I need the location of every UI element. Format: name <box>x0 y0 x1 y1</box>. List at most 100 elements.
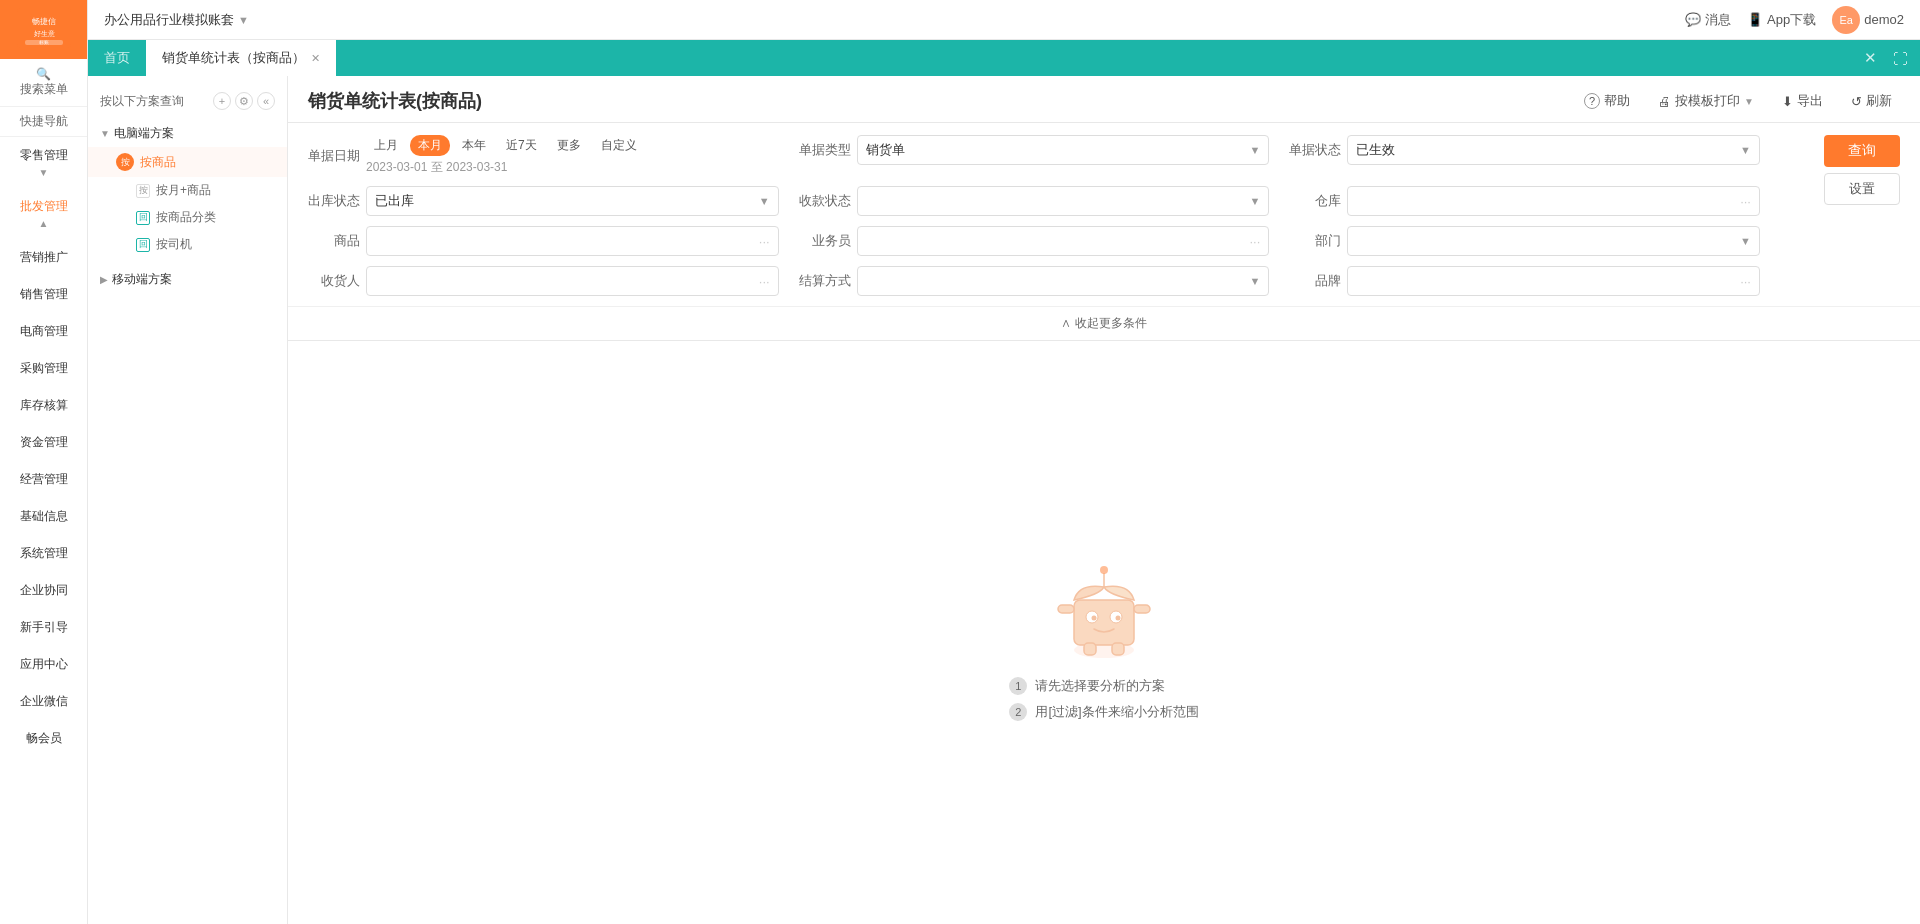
print-icon: 🖨 <box>1658 94 1671 109</box>
tip-1-text: 请先选择要分析的方案 <box>1035 677 1165 695</box>
refresh-btn[interactable]: ↺ 刷新 <box>1843 88 1900 114</box>
date-tab-7days[interactable]: 近7天 <box>498 135 545 156</box>
tree-item-by-month[interactable]: 按 按月+商品 <box>88 177 287 204</box>
product-input[interactable]: ··· <box>366 226 779 256</box>
tree-item-by-category[interactable]: 回 按商品分类 <box>88 204 287 231</box>
date-tab-this-month[interactable]: 本月 <box>410 135 450 156</box>
doc-type-select[interactable]: 销货单 ▼ <box>857 135 1270 165</box>
warehouse-more-icon[interactable]: ··· <box>1740 194 1751 209</box>
page-content: 按以下方案查询 + ⚙ « ▼ 电脑端方案 <box>88 76 1920 924</box>
date-range-text: 2023-03-01 至 2023-03-31 <box>366 159 779 176</box>
out-status-select[interactable]: 已出库 ▼ <box>366 186 779 216</box>
sidebar-item-system[interactable]: 系统管理 <box>0 535 87 572</box>
product-more-icon[interactable]: ··· <box>759 234 770 249</box>
doc-status-arrow: ▼ <box>1740 144 1751 156</box>
user-menu[interactable]: Ea demo2 <box>1832 6 1904 34</box>
app-download-btn[interactable]: 📱 App下载 <box>1747 11 1816 29</box>
tree-group-mobile: ▶ 移动端方案 <box>88 262 287 297</box>
filter-wrapper: 单据日期 上月 本月 本年 近7天 更多 自定义 20 <box>288 123 1920 341</box>
doc-status-cell: 单据状态 已生效 ▼ <box>1289 135 1760 165</box>
page-title-actions: ? 帮助 🖨 按模板打印 ▼ ⬇ 导出 ↺ 刷新 <box>1576 88 1900 114</box>
panel-title: 按以下方案查询 <box>100 93 184 110</box>
by-product-icon: 按 <box>116 153 134 171</box>
tab-close-icon[interactable]: ✕ <box>311 52 320 65</box>
out-status-arrow: ▼ <box>759 195 770 207</box>
help-btn[interactable]: ? 帮助 <box>1576 88 1638 114</box>
sidebar-item-member[interactable]: 畅会员 <box>0 720 87 757</box>
date-tab-custom[interactable]: 自定义 <box>593 135 645 156</box>
dept-select[interactable]: ▼ <box>1347 226 1760 256</box>
sidebar: 畅捷信 好生意 标账 🔍 搜索菜单 快捷导航 零售管理 ▼ 批发管理 ▲ 营销推… <box>0 0 88 924</box>
sidebar-item-app-center[interactable]: 应用中心 <box>0 646 87 683</box>
payment-select[interactable]: ▼ <box>857 186 1270 216</box>
sidebar-item-enterprise[interactable]: 企业协同 <box>0 572 87 609</box>
app-selector[interactable]: 办公用品行业模拟账套 ▼ <box>104 11 249 29</box>
tab-home[interactable]: 首页 <box>88 40 146 76</box>
settle-select[interactable]: ▼ <box>857 266 1270 296</box>
page-title: 销货单统计表(按商品) <box>308 89 482 113</box>
tab-sales-report[interactable]: 销货单统计表（按商品） ✕ <box>146 40 336 76</box>
add-scheme-btn[interactable]: + <box>213 92 231 110</box>
export-btn[interactable]: ⬇ 导出 <box>1774 88 1831 114</box>
message-icon: 💬 <box>1685 12 1701 27</box>
recipient-label: 收货人 <box>308 272 360 290</box>
collapse-icon: « <box>263 95 269 107</box>
mobile-group-arrow: ▶ <box>100 274 108 285</box>
svg-rect-6 <box>1074 600 1134 645</box>
date-tab-more[interactable]: 更多 <box>549 135 589 156</box>
svg-point-16 <box>1100 566 1108 574</box>
empty-tip-2: 2 用[过滤]条件来缩小分析范围 <box>1009 703 1198 721</box>
header-right: 💬 消息 📱 App下载 Ea demo2 <box>1685 6 1904 34</box>
tree-group-pc-header[interactable]: ▼ 电脑端方案 <box>88 120 287 147</box>
date-tab-last-month[interactable]: 上月 <box>366 135 406 156</box>
wholesale-arrow: ▲ <box>39 218 49 229</box>
settings-button[interactable]: 设置 <box>1824 173 1900 205</box>
retail-arrow: ▼ <box>39 167 49 178</box>
empty-illustration <box>1044 545 1164 665</box>
sidebar-item-marketing[interactable]: 营销推广 <box>0 239 87 276</box>
tree-group-mobile-header[interactable]: ▶ 移动端方案 <box>88 266 287 293</box>
sidebar-item-guide[interactable]: 新手引导 <box>0 609 87 646</box>
sidebar-item-finance[interactable]: 资金管理 <box>0 424 87 461</box>
svg-text:标账: 标账 <box>38 39 49 45</box>
sidebar-item-sales[interactable]: 销售管理 <box>0 276 87 313</box>
date-tab-this-year[interactable]: 本年 <box>454 135 494 156</box>
tab-close-all-icon[interactable]: ✕ <box>1860 45 1881 71</box>
sidebar-item-ecommerce[interactable]: 电商管理 <box>0 313 87 350</box>
warehouse-input[interactable]: ··· <box>1347 186 1760 216</box>
settings-scheme-btn[interactable]: ⚙ <box>235 92 253 110</box>
sidebar-quick-nav[interactable]: 快捷导航 <box>0 107 87 137</box>
sidebar-search[interactable]: 🔍 搜索菜单 <box>0 59 87 107</box>
sidebar-item-basic[interactable]: 基础信息 <box>0 498 87 535</box>
tree-group-pc: ▼ 电脑端方案 按 按商品 按 按月+商品 回 按商品 <box>88 116 287 262</box>
pc-group-arrow: ▼ <box>100 128 110 139</box>
tab-bar: 首页 销货单统计表（按商品） ✕ ✕ ⛶ <box>88 40 1920 76</box>
logo[interactable]: 畅捷信 好生意 标账 <box>0 0 87 59</box>
sidebar-item-wechat[interactable]: 企业微信 <box>0 683 87 720</box>
payment-arrow: ▼ <box>1249 195 1260 207</box>
collapse-panel-btn[interactable]: « <box>257 92 275 110</box>
tab-expand-icon[interactable]: ⛶ <box>1889 46 1912 71</box>
query-button[interactable]: 查询 <box>1824 135 1900 167</box>
filter-inner: 单据日期 上月 本月 本年 近7天 更多 自定义 20 <box>288 123 1920 296</box>
message-btn[interactable]: 💬 消息 <box>1685 11 1731 29</box>
doc-status-select[interactable]: 已生效 ▼ <box>1347 135 1760 165</box>
tree-item-by-driver[interactable]: 回 按司机 <box>88 231 287 258</box>
recipient-input[interactable]: ··· <box>366 266 779 296</box>
staff-more-icon[interactable]: ··· <box>1249 234 1260 249</box>
tree-item-by-product[interactable]: 按 按商品 <box>88 147 287 177</box>
brand-more-icon[interactable]: ··· <box>1740 274 1751 289</box>
recipient-more-icon[interactable]: ··· <box>759 274 770 289</box>
sidebar-item-retail[interactable]: 零售管理 ▼ <box>0 137 87 188</box>
sidebar-item-operations[interactable]: 经营管理 <box>0 461 87 498</box>
sidebar-item-inventory[interactable]: 库存核算 <box>0 387 87 424</box>
collapse-filters-btn[interactable]: ∧ 收起更多条件 <box>288 306 1920 340</box>
tip-2-num: 2 <box>1009 703 1027 721</box>
template-print-btn[interactable]: 🖨 按模板打印 ▼ <box>1650 88 1762 114</box>
brand-input[interactable]: ··· <box>1347 266 1760 296</box>
out-status-cell: 出库状态 已出库 ▼ <box>308 186 779 216</box>
sidebar-item-wholesale[interactable]: 批发管理 ▲ <box>0 188 87 239</box>
sidebar-item-purchase[interactable]: 采购管理 <box>0 350 87 387</box>
staff-input[interactable]: ··· <box>857 226 1270 256</box>
filter-buttons: 查询 设置 <box>1824 135 1900 205</box>
